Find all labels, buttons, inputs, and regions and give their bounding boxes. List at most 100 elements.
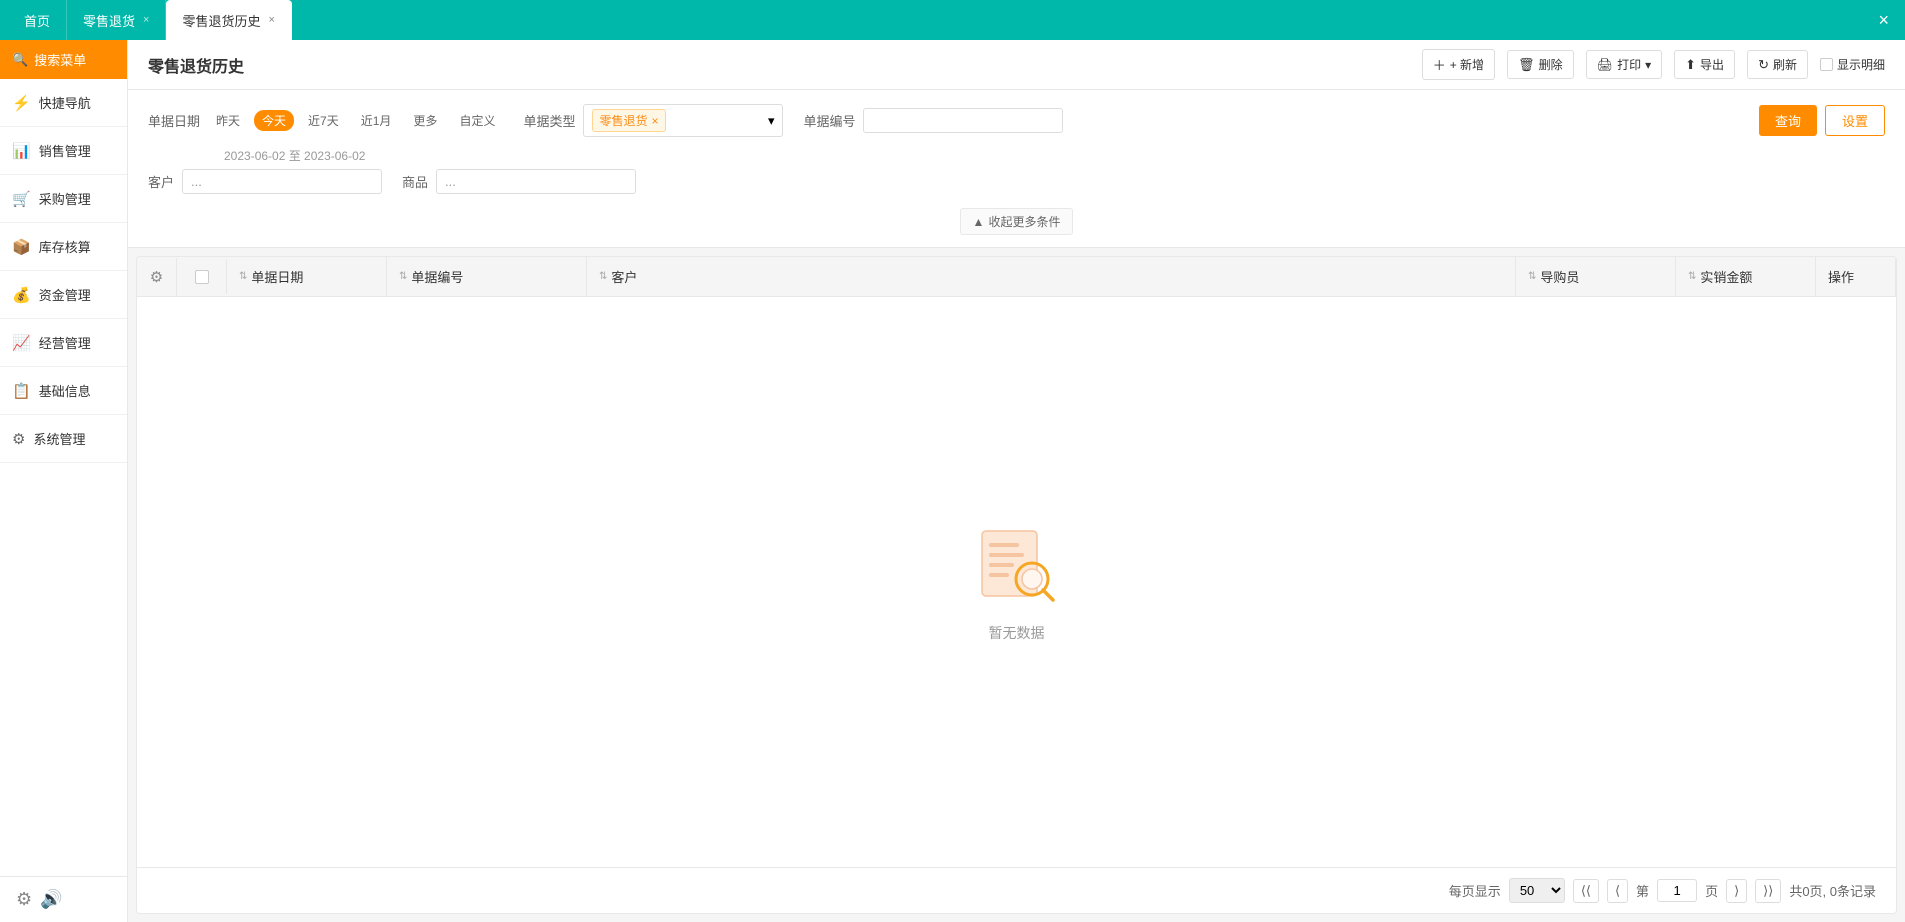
th-action: 操作 [1816,257,1896,296]
new-button[interactable]: ＋ + 新增 [1422,49,1495,80]
settings-gear-icon[interactable]: ⚙ [16,889,32,910]
goods-filter: 商品 ... [402,169,636,194]
window-close-button[interactable]: × [1862,0,1905,40]
type-filter: 单据类型 零售退货 × ▾ [523,104,783,137]
page-next-button[interactable]: ⟩ [1726,879,1747,903]
th-amount: ⇅ 实销金额 [1676,257,1816,296]
print-button[interactable]: 🖨 打印 ▾ [1586,50,1663,79]
sidebar-item-quick-nav[interactable]: ⚡ 快捷导航 [0,79,127,127]
customer-filter: 客户 ... [148,169,382,194]
sales-icon: 📊 [12,142,31,160]
th-checkbox[interactable] [177,260,227,294]
sidebar-item-basic-info[interactable]: 📋 基础信息 [0,367,127,415]
sidebar: 🔍 搜索菜单 ⚡ 快捷导航 📊 销售管理 🛒 采购管理 📦 库存核算 💰 资金管… [0,40,128,922]
sidebar-search[interactable]: 🔍 搜索菜单 [0,40,127,79]
type-tag: 零售退货 × [592,109,665,132]
page-input[interactable] [1657,879,1697,902]
date-btn-custom[interactable]: 自定义 [451,110,503,131]
delete-button[interactable]: 🗑 删除 [1507,50,1574,79]
date-btn-today[interactable]: 今天 [254,110,294,131]
th-number: ⇅ 单据编号 [387,257,587,296]
table-settings-icon[interactable]: ⚙ [150,268,163,286]
th-customer: ⇅ 客户 [587,257,1516,296]
sidebar-item-purchase[interactable]: 🛒 采购管理 [0,175,127,223]
table-body: 暂无数据 [137,297,1896,867]
empty-illustration [967,521,1067,611]
date-range-display: 2023-06-02 至 2023-06-02 [148,147,1885,169]
sidebar-item-finance[interactable]: 💰 资金管理 [0,271,127,319]
number-filter-input[interactable] [863,108,1063,133]
quick-nav-icon: ⚡ [12,94,31,112]
date-filter: 单据日期 昨天 今天 近7天 近1月 更多 自定义 [148,110,503,131]
table-area: ⚙ ⇅ 单据日期 ⇅ 单据编号 ⇅ 客户 ⇅ [136,256,1897,914]
th-sort-icon-4: ⇅ [1528,271,1536,282]
page-label-suffix: 页 [1705,881,1718,900]
customer-filter-input[interactable]: ... [182,169,382,194]
export-button[interactable]: ⬆ 导出 [1674,50,1735,79]
sidebar-item-system[interactable]: ⚙ 系统管理 [0,415,127,463]
type-select[interactable]: 零售退货 × ▾ [583,104,783,137]
th-date: ⇅ 单据日期 [227,257,387,296]
show-detail-checkbox[interactable] [1820,58,1833,71]
query-button[interactable]: 查询 [1759,105,1817,136]
filter-row-2: 客户 ... 商品 ... [148,169,1885,194]
date-filter-label: 单据日期 [148,111,200,130]
main-layout: 🔍 搜索菜单 ⚡ 快捷导航 📊 销售管理 🛒 采购管理 📦 库存核算 💰 资金管… [0,40,1905,922]
page-first-button[interactable]: ⟨⟨ [1573,879,1599,903]
tab-list: 首页 零售退货 × 零售退货历史 × [8,0,1862,40]
goods-filter-input[interactable]: ... [436,169,636,194]
date-shortcuts: 昨天 今天 近7天 近1月 更多 自定义 [208,110,503,131]
type-filter-label: 单据类型 [523,111,575,130]
tab-retail-return[interactable]: 零售退货 × [67,0,166,40]
sidebar-item-sales[interactable]: 📊 销售管理 [0,127,127,175]
operations-icon: 📈 [12,334,31,352]
refresh-icon: ↻ [1758,57,1769,73]
finance-icon: 💰 [12,286,31,304]
sidebar-item-inventory[interactable]: 📦 库存核算 [0,223,127,271]
date-btn-1month[interactable]: 近1月 [353,110,400,131]
table-header: ⚙ ⇅ 单据日期 ⇅ 单据编号 ⇅ 客户 ⇅ [137,257,1896,297]
page-last-button[interactable]: ⟩⟩ [1755,879,1781,903]
per-page-label: 每页显示 [1449,881,1501,900]
date-btn-7days[interactable]: 近7天 [300,110,347,131]
print-icon: 🖨 [1597,57,1614,73]
tab-retail-return-history[interactable]: 零售退货历史 × [166,0,291,40]
type-tag-remove[interactable]: × [651,114,658,128]
tab-home[interactable]: 首页 [8,0,67,40]
total-label: 共0页, 0条记录 [1789,881,1876,900]
print-dropdown-icon: ▾ [1645,58,1651,72]
tab-close-icon-active[interactable]: × [268,14,274,26]
export-icon: ⬆ [1685,57,1696,73]
sidebar-item-operations[interactable]: 📈 经营管理 [0,319,127,367]
collapse-button[interactable]: ▲ 收起更多条件 [960,208,1074,235]
th-sort-icon: ⇅ [239,271,247,282]
content-area: 零售退货历史 ＋ + 新增 🗑 删除 🖨 打印 ▾ ⬆ 导出 [128,40,1905,922]
system-icon: ⚙ [12,430,25,448]
number-filter-label: 单据编号 [803,111,855,130]
page-title: 零售退货历史 [148,53,244,77]
empty-text: 暂无数据 [989,623,1045,643]
refresh-button[interactable]: ↻ 刷新 [1747,50,1808,79]
page-label-prefix: 第 [1636,881,1649,900]
set-button[interactable]: 设置 [1825,105,1885,136]
new-icon: ＋ [1433,55,1446,74]
filter-row-1: 单据日期 昨天 今天 近7天 近1月 更多 自定义 单据类型 零售退货 [148,104,1885,137]
th-settings[interactable]: ⚙ [137,258,177,296]
select-all-checkbox[interactable] [195,270,209,284]
tab-close-icon[interactable]: × [143,14,149,26]
date-btn-more[interactable]: 更多 [405,110,445,131]
th-sort-icon-3: ⇅ [599,271,607,282]
th-guide: ⇅ 导购员 [1516,257,1676,296]
th-sort-icon-2: ⇅ [399,271,407,282]
top-bar: 首页 零售退货 × 零售退货历史 × × [0,0,1905,40]
page-prev-button[interactable]: ⟨ [1607,879,1628,903]
th-sort-icon-5: ⇅ [1688,271,1696,282]
show-detail-checkbox-label[interactable]: 显示明细 [1820,56,1885,73]
volume-icon[interactable]: 🔊 [40,889,62,910]
per-page-select[interactable]: 50 100 200 [1509,878,1565,903]
search-icon: 🔍 [12,52,28,68]
collapse-row: ▲ 收起更多条件 [148,204,1885,239]
table-footer: 每页显示 50 100 200 ⟨⟨ ⟨ 第 页 ⟩ ⟩⟩ 共0页, 0条记录 [137,867,1896,913]
customer-filter-label: 客户 [148,172,174,191]
date-btn-yesterday[interactable]: 昨天 [208,110,248,131]
